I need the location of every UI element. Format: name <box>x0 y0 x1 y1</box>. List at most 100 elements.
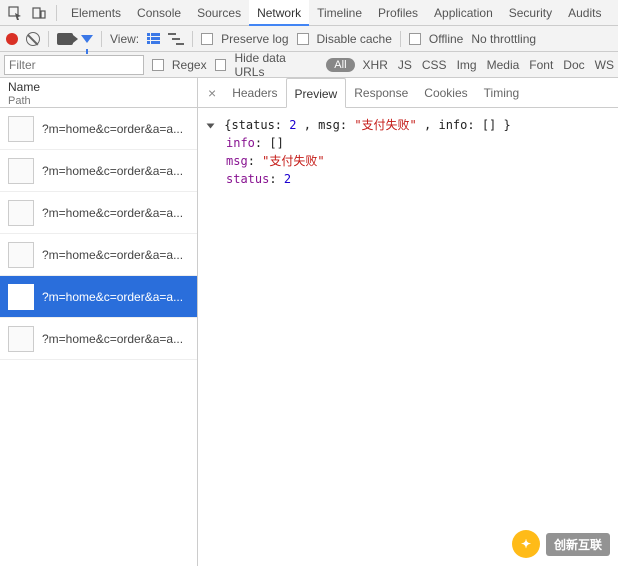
summary-text: {status: <box>224 118 282 132</box>
summary-text: , info: <box>424 118 475 132</box>
preview-expanded: info: []msg: "支付失败"status: 2 <box>208 134 608 188</box>
funnel-icon <box>81 35 93 43</box>
filter-type-media[interactable]: Media <box>487 58 520 72</box>
network-toolbar: View: Preserve log Disable cache Offline… <box>0 26 618 52</box>
watermark: ✦ 创新互联 <box>512 530 610 558</box>
preview-key: info <box>226 136 255 150</box>
top-tab-elements[interactable]: Elements <box>63 0 129 26</box>
filter-type-all[interactable]: All <box>326 58 354 72</box>
regex-checkbox[interactable] <box>152 59 164 71</box>
disable-cache-checkbox[interactable] <box>297 33 309 45</box>
filter-type-ws[interactable]: WS <box>595 58 614 72</box>
response-tab-preview[interactable]: Preview <box>286 78 347 108</box>
offline-checkbox[interactable] <box>409 33 421 45</box>
watermark-icon: ✦ <box>512 530 540 558</box>
summary-info: [] <box>482 118 496 132</box>
preserve-log-label: Preserve log <box>221 32 288 46</box>
request-label: ?m=home&c=order&a=a... <box>42 332 189 346</box>
response-tab-headers[interactable]: Headers <box>224 78 285 108</box>
column-path: Path <box>8 94 189 108</box>
preview-value: 2 <box>284 172 291 186</box>
view-waterfall-button[interactable] <box>168 33 184 45</box>
preview-content: {status: 2 , msg: "支付失败" , info: [] } in… <box>198 108 618 196</box>
filter-type-xhr[interactable]: XHR <box>363 58 388 72</box>
clear-button[interactable] <box>26 32 40 46</box>
request-label: ?m=home&c=order&a=a... <box>42 164 189 178</box>
top-tab-network[interactable]: Network <box>249 0 309 26</box>
list-icon <box>147 33 160 44</box>
device-toolbar-icon[interactable] <box>28 2 50 24</box>
filter-input[interactable] <box>4 55 144 75</box>
preview-summary[interactable]: {status: 2 , msg: "支付失败" , info: [] } <box>208 116 608 134</box>
separator <box>48 31 49 47</box>
top-tab-security[interactable]: Security <box>501 0 560 26</box>
capture-screenshots-button[interactable] <box>57 33 73 45</box>
separator <box>192 31 193 47</box>
filter-types: XHR JS CSS Img Media Font Doc WS <box>363 58 614 72</box>
preview-line: info: [] <box>226 134 608 152</box>
inspect-element-icon[interactable] <box>4 2 26 24</box>
response-tab-cookies[interactable]: Cookies <box>416 78 475 108</box>
record-button[interactable] <box>6 33 18 45</box>
request-label: ?m=home&c=order&a=a... <box>42 290 189 304</box>
hide-data-urls-checkbox[interactable] <box>215 59 227 71</box>
response-panel: × HeadersPreviewResponseCookiesTiming {s… <box>198 78 618 566</box>
request-row[interactable]: ?m=home&c=order&a=a... <box>0 150 197 192</box>
filter-type-css[interactable]: CSS <box>422 58 447 72</box>
response-tabs: × HeadersPreviewResponseCookiesTiming <box>198 78 618 108</box>
summary-text: , msg: <box>304 118 347 132</box>
close-icon[interactable]: × <box>202 85 222 101</box>
request-thumb-icon <box>8 326 34 352</box>
request-thumb-icon <box>8 284 34 310</box>
response-tab-response[interactable]: Response <box>346 78 416 108</box>
request-row[interactable]: ?m=home&c=order&a=a... <box>0 318 197 360</box>
expand-triangle-icon[interactable] <box>207 123 215 128</box>
column-name: Name <box>8 80 189 94</box>
filter-type-js[interactable]: JS <box>398 58 412 72</box>
request-row[interactable]: ?m=home&c=order&a=a... <box>0 192 197 234</box>
hide-data-urls-label: Hide data URLs <box>234 51 318 79</box>
view-list-button[interactable] <box>147 33 160 44</box>
request-list-header[interactable]: Name Path <box>0 78 197 108</box>
request-thumb-icon <box>8 116 34 142</box>
devtools-top-bar: ElementsConsoleSourcesNetworkTimelinePro… <box>0 0 618 26</box>
filter-type-font[interactable]: Font <box>529 58 553 72</box>
preview-value: "支付失败" <box>262 154 324 168</box>
response-tab-timing[interactable]: Timing <box>476 78 528 108</box>
preview-key: msg <box>226 154 248 168</box>
request-row[interactable]: ?m=home&c=order&a=a... <box>0 234 197 276</box>
separator <box>101 31 102 47</box>
filter-type-img[interactable]: Img <box>457 58 477 72</box>
preview-line: msg: "支付失败" <box>226 152 608 170</box>
camera-icon <box>57 33 73 45</box>
request-thumb-icon <box>8 242 34 268</box>
top-tab-timeline[interactable]: Timeline <box>309 0 370 26</box>
request-label: ?m=home&c=order&a=a... <box>42 206 189 220</box>
request-label: ?m=home&c=order&a=a... <box>42 248 189 262</box>
regex-label: Regex <box>172 58 207 72</box>
preserve-log-checkbox[interactable] <box>201 33 213 45</box>
request-row[interactable]: ?m=home&c=order&a=a... <box>0 276 197 318</box>
request-thumb-icon <box>8 158 34 184</box>
top-tab-application[interactable]: Application <box>426 0 501 26</box>
preview-value: [] <box>269 136 283 150</box>
top-tab-profiles[interactable]: Profiles <box>370 0 426 26</box>
summary-msg: "支付失败" <box>354 118 416 132</box>
top-tabs: ElementsConsoleSourcesNetworkTimelinePro… <box>63 0 609 26</box>
record-icon <box>6 33 18 45</box>
top-tab-sources[interactable]: Sources <box>189 0 249 26</box>
filter-toggle-button[interactable] <box>81 35 93 43</box>
preview-line: status: 2 <box>226 170 608 188</box>
disable-cache-label: Disable cache <box>317 32 392 46</box>
top-tab-console[interactable]: Console <box>129 0 189 26</box>
separator <box>400 31 401 47</box>
request-row[interactable]: ?m=home&c=order&a=a... <box>0 108 197 150</box>
preview-key: status <box>226 172 269 186</box>
summary-text: } <box>504 118 511 132</box>
throttling-select[interactable]: No throttling <box>471 32 536 46</box>
filter-type-doc[interactable]: Doc <box>563 58 584 72</box>
summary-status: 2 <box>289 118 296 132</box>
top-tab-audits[interactable]: Audits <box>560 0 609 26</box>
request-list: ?m=home&c=order&a=a... ?m=home&c=order&a=… <box>0 108 197 566</box>
filter-bar: Regex Hide data URLs All XHR JS CSS Img Medi… <box>0 52 618 78</box>
